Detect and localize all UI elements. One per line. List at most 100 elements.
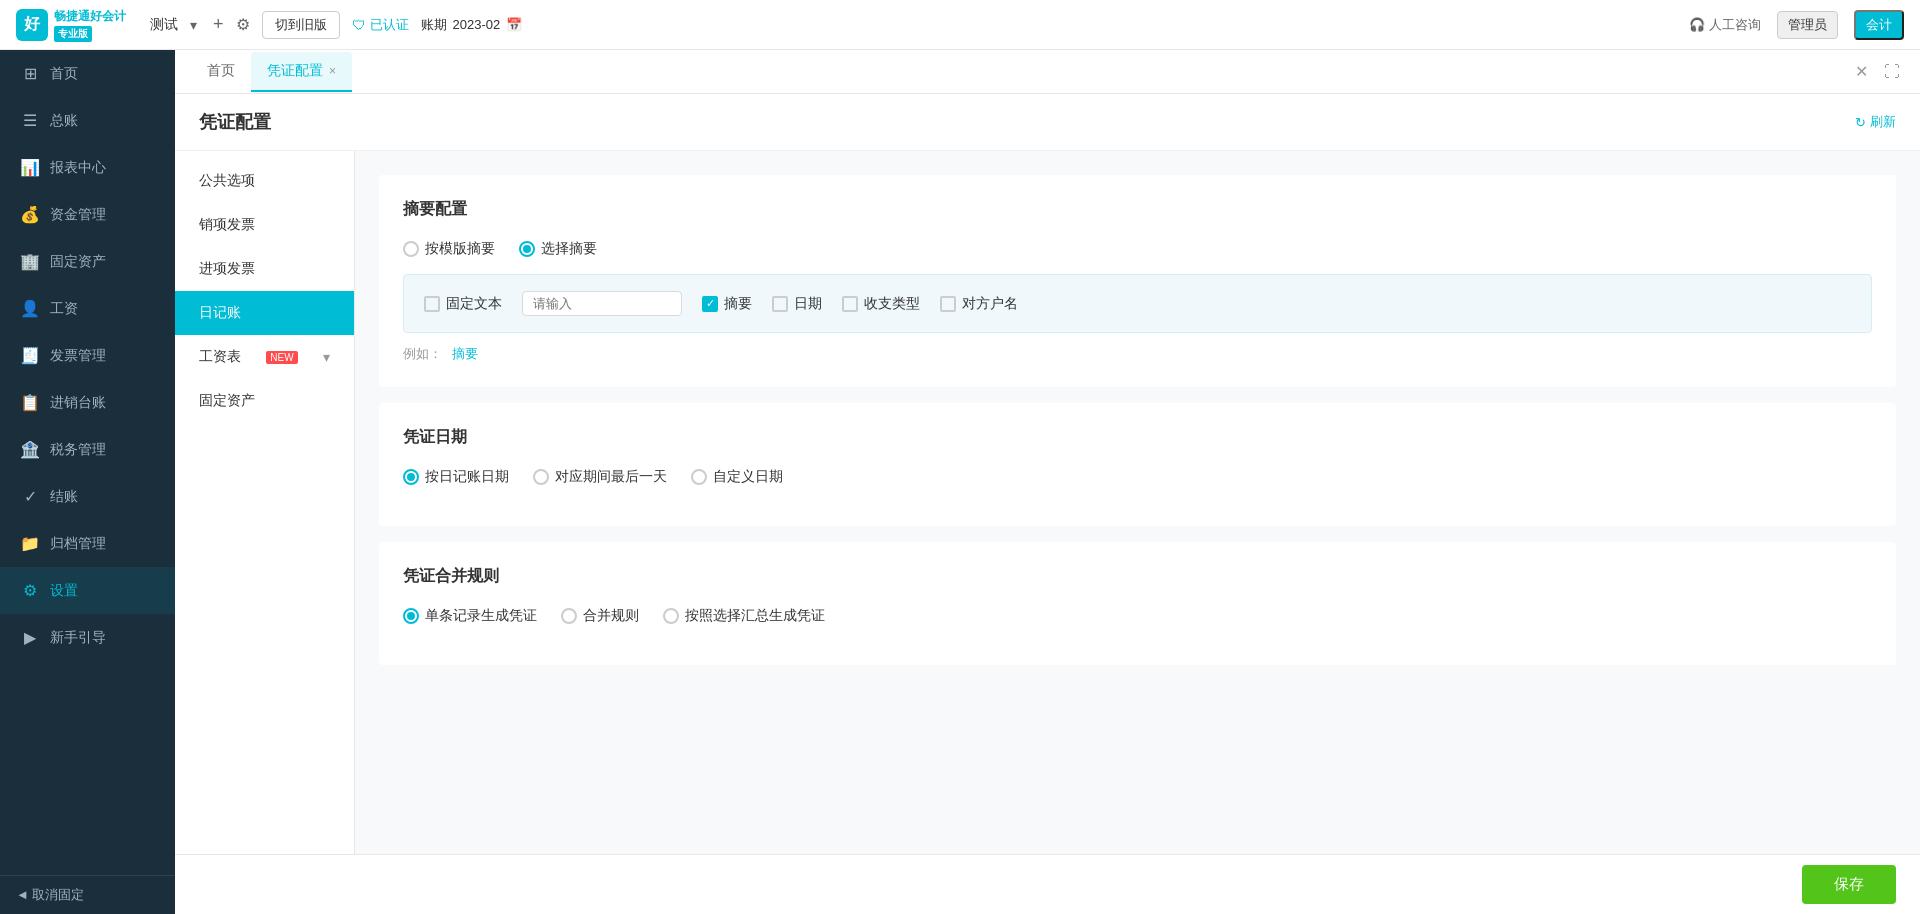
config-sidebar-diary[interactable]: 日记账 <box>175 291 354 335</box>
radio-select-circle <box>519 241 535 257</box>
company-name: 测试 <box>150 16 178 34</box>
app-container: 好 畅捷通好会计 专业版 测试 ▾ + ⚙ 切到旧版 🛡 已认证 账期 2023… <box>0 0 1920 914</box>
sidebar-scroll: ⊞ 首页 ☰ 总账 📊 报表中心 💰 资金管理 🏢 固定资产 <box>0 50 175 875</box>
calendar-icon[interactable]: 📅 <box>506 17 522 32</box>
summary-radio-select[interactable]: 选择摘要 <box>519 240 597 258</box>
invoice-icon: 🧾 <box>20 346 40 365</box>
merge-radio-rule[interactable]: 合并规则 <box>561 607 639 625</box>
tab-home[interactable]: 首页 <box>191 52 251 92</box>
date-title: 凭证日期 <box>403 427 1872 448</box>
sidebar-item-funds[interactable]: 💰 资金管理 <box>0 191 175 238</box>
fixed-text-checkbox[interactable]: 固定文本 <box>424 295 502 313</box>
funds-icon: 💰 <box>20 205 40 224</box>
payment-type-checkbox[interactable]: 收支类型 <box>842 295 920 313</box>
logo-icon: 好 <box>16 9 48 41</box>
merge-radio-group: 单条记录生成凭证 合并规则 按照选择汇总生成凭证 <box>403 607 1872 625</box>
merge-radio-summary[interactable]: 按照选择汇总生成凭证 <box>663 607 825 625</box>
page-header: 凭证配置 ↻ 刷新 <box>175 94 1920 151</box>
logo-area: 好 畅捷通好会计 专业版 <box>16 8 126 42</box>
radio-period-last-circle <box>533 469 549 485</box>
page-title: 凭证配置 <box>199 110 271 134</box>
radio-merge-rule-circle <box>561 608 577 624</box>
merge-title: 凭证合并规则 <box>403 566 1872 587</box>
sidebar-item-reports[interactable]: 📊 报表中心 <box>0 144 175 191</box>
tabs-controls: ✕ ⛶ <box>1851 58 1904 85</box>
top-bar-actions: + ⚙ 切到旧版 🛡 已认证 账期 2023-02 📅 <box>213 11 522 39</box>
sidebar-item-home[interactable]: ⊞ 首页 <box>0 50 175 97</box>
summary-checkbox[interactable]: ✓ 摘要 <box>702 295 752 313</box>
date-radio-period-last[interactable]: 对应期间最后一天 <box>533 468 667 486</box>
sidebar: ⊞ 首页 ☰ 总账 📊 报表中心 💰 资金管理 🏢 固定资产 <box>0 50 175 914</box>
refresh-icon: ↻ <box>1855 115 1866 130</box>
dropdown-icon[interactable]: ▾ <box>190 17 197 33</box>
period-info: 账期 2023-02 📅 <box>421 16 523 34</box>
refresh-btn[interactable]: ↻ 刷新 <box>1855 113 1896 131</box>
main-area: ⊞ 首页 ☰ 总账 📊 报表中心 💰 资金管理 🏢 固定资产 <box>0 50 1920 914</box>
merge-section: 凭证合并规则 单条记录生成凭证 合并规则 <box>379 542 1896 665</box>
tabs-bar: 首页 凭证配置 × ✕ ⛶ <box>175 50 1920 94</box>
example-row: 例如： 摘要 <box>403 345 1872 363</box>
expand-tab-btn[interactable]: ⛶ <box>1880 59 1904 85</box>
config-sidebar-payroll[interactable]: 工资表 NEW ▾ <box>175 335 354 379</box>
sidebar-item-assets[interactable]: 🏢 固定资产 <box>0 238 175 285</box>
config-sidebar-purchase-invoice[interactable]: 进项发票 <box>175 247 354 291</box>
sidebar-item-salary[interactable]: 👤 工资 <box>0 285 175 332</box>
tax-icon: 🏦 <box>20 440 40 459</box>
settings-sidebar-icon: ⚙ <box>20 581 40 600</box>
logo-text: 畅捷通好会计 专业版 <box>54 8 126 42</box>
date-radio-group: 按日记账日期 对应期间最后一天 自定义日期 <box>403 468 1872 486</box>
config-main: 摘要配置 按模版摘要 选择摘要 <box>355 151 1920 854</box>
close-tab-btn[interactable]: ✕ <box>1851 58 1872 85</box>
radio-single-circle <box>403 608 419 624</box>
counterpart-checkbox-box <box>940 296 956 312</box>
sidebar-item-close[interactable]: ✓ 结账 <box>0 473 175 520</box>
sidebar-item-tax[interactable]: 🏦 税务管理 <box>0 426 175 473</box>
merge-radio-single[interactable]: 单条记录生成凭证 <box>403 607 537 625</box>
config-sidebar-public[interactable]: 公共选项 <box>175 159 354 203</box>
tab-voucher-config[interactable]: 凭证配置 × <box>251 52 352 92</box>
ledger-icon: ☰ <box>20 111 40 130</box>
reports-icon: 📊 <box>20 158 40 177</box>
sidebar-item-guide[interactable]: ▶ 新手引导 <box>0 614 175 661</box>
new-badge: NEW <box>266 351 297 364</box>
sidebar-item-settings[interactable]: ⚙ 设置 <box>0 567 175 614</box>
summary-checkbox-box: ✓ <box>702 296 718 312</box>
service-btn[interactable]: 🎧 人工咨询 <box>1689 16 1761 34</box>
cancel-fixed-btn[interactable]: ◄ 取消固定 <box>0 875 175 914</box>
admin-btn[interactable]: 管理员 <box>1777 11 1838 39</box>
pro-badge: 专业版 <box>54 26 92 42</box>
switch-old-btn[interactable]: 切到旧版 <box>262 11 340 39</box>
tab-close-icon[interactable]: × <box>329 64 336 78</box>
top-bar-left: 好 畅捷通好会计 专业版 测试 ▾ + ⚙ 切到旧版 🛡 已认证 账期 2023… <box>16 8 522 42</box>
summary-radio-template[interactable]: 按模版摘要 <box>403 240 495 258</box>
sidebar-item-invoice[interactable]: 🧾 发票管理 <box>0 332 175 379</box>
date-radio-diary[interactable]: 按日记账日期 <box>403 468 509 486</box>
content-area: 首页 凭证配置 × ✕ ⛶ 凭证配置 ↻ 刷新 <box>175 50 1920 914</box>
config-sidebar-sales-invoice[interactable]: 销项发票 <box>175 203 354 247</box>
close-accounts-icon: ✓ <box>20 487 40 506</box>
settings-icon[interactable]: ⚙ <box>236 15 250 34</box>
radio-custom-date-circle <box>691 469 707 485</box>
fixed-text-checkbox-box <box>424 296 440 312</box>
radio-summary-circle <box>663 608 679 624</box>
sidebar-item-sales[interactable]: 📋 进销台账 <box>0 379 175 426</box>
add-icon[interactable]: + <box>213 14 224 35</box>
save-btn[interactable]: 保存 <box>1802 865 1896 904</box>
certified-badge: 🛡 已认证 <box>352 16 409 34</box>
accountant-btn[interactable]: 会计 <box>1854 10 1904 40</box>
config-body: 公共选项 销项发票 进项发票 日记账 工资表 NEW <box>175 151 1920 854</box>
config-sidebar-fixed-assets[interactable]: 固定资产 <box>175 379 354 423</box>
date-checkbox[interactable]: 日期 <box>772 295 822 313</box>
counterpart-checkbox[interactable]: 对方户名 <box>940 295 1018 313</box>
page-content: 凭证配置 ↻ 刷新 公共选项 销项发票 <box>175 94 1920 914</box>
summary-title: 摘要配置 <box>403 199 1872 220</box>
date-radio-custom[interactable]: 自定义日期 <box>691 468 783 486</box>
payment-type-checkbox-box <box>842 296 858 312</box>
sales-icon: 📋 <box>20 393 40 412</box>
date-checkbox-box <box>772 296 788 312</box>
salary-icon: 👤 <box>20 299 40 318</box>
fixed-text-input[interactable] <box>522 291 682 316</box>
summary-checkbox-row: 固定文本 ✓ 摘要 日期 <box>403 274 1872 333</box>
sidebar-item-archive[interactable]: 📁 归档管理 <box>0 520 175 567</box>
sidebar-item-ledger[interactable]: ☰ 总账 <box>0 97 175 144</box>
